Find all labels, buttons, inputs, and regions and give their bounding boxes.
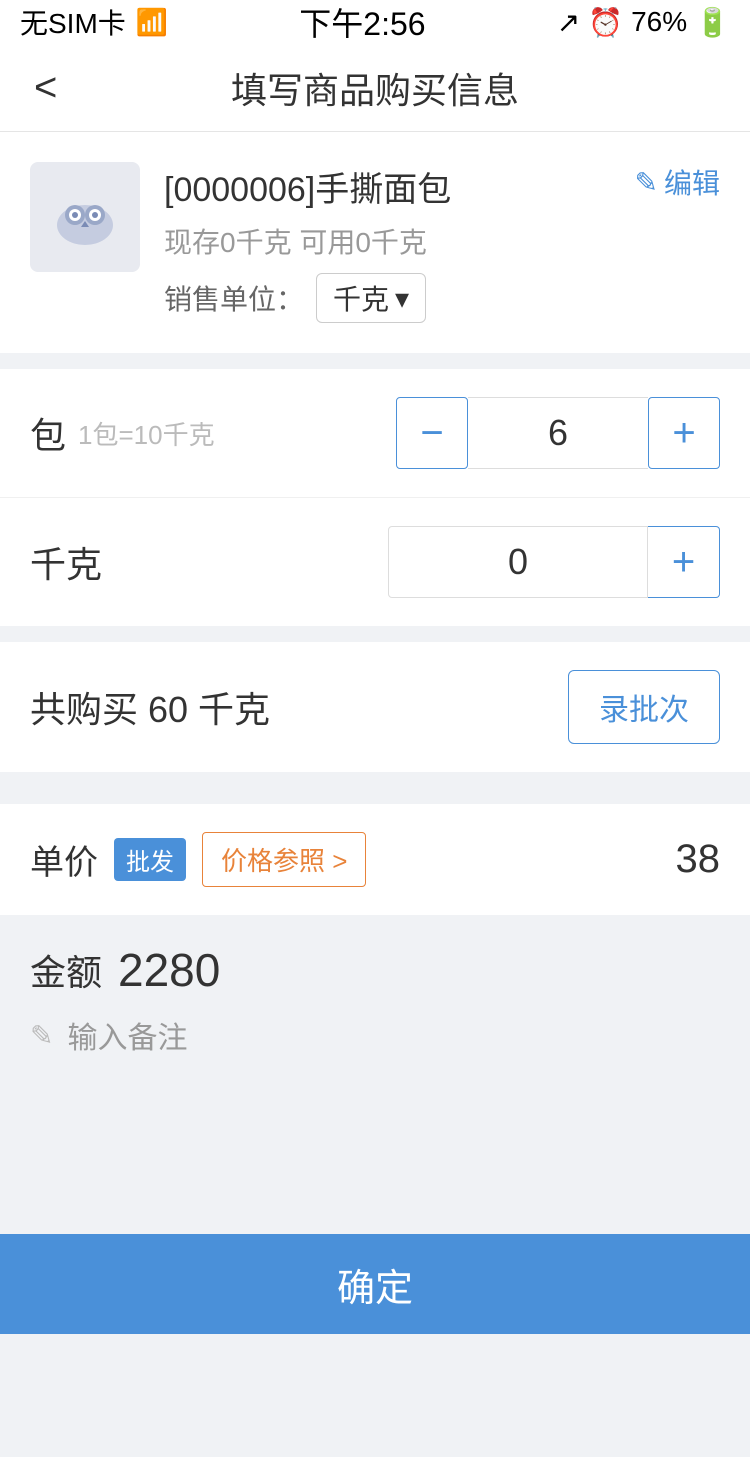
bag-stepper: − + [396, 397, 720, 469]
wifi-icon: 📶 [136, 7, 168, 38]
remark-row[interactable]: ✎ 输入备注 [30, 1013, 720, 1057]
bag-section: 包 1包=10千克 − + 千克 + [0, 369, 750, 626]
bag-decrement-button[interactable]: − [396, 397, 468, 469]
kg-stepper: + [388, 526, 720, 598]
kg-increment-button[interactable]: + [648, 526, 720, 598]
product-image [30, 162, 140, 272]
nav-bar: < 填写商品购买信息 [0, 44, 750, 132]
product-stock: 现存0千克 可用0千克 [164, 221, 720, 261]
amount-section: 金额 2280 ✎ 输入备注 [0, 915, 750, 1077]
status-bar: 无SIM卡 📶 下午2:56 ↗ ⏰ 76% 🔋 [0, 0, 750, 44]
carrier-label: 无SIM卡 [20, 2, 126, 42]
kg-input[interactable] [388, 526, 648, 598]
total-section: 共购买 60 千克 录批次 [0, 642, 750, 772]
battery-label: 76% [631, 6, 687, 38]
pifa-badge: 批发 [114, 838, 186, 881]
kg-row: 千克 + [0, 498, 750, 626]
alarm-icon: ⏰ [588, 6, 623, 39]
unit-label: 销售单位： [164, 278, 304, 318]
price-value: 38 [676, 837, 721, 882]
bag-increment-button[interactable]: + [648, 397, 720, 469]
total-label: 共购买 60 千克 [30, 681, 270, 733]
kg-label: 千克 [30, 536, 102, 588]
confirm-bar[interactable]: 确定 [0, 1234, 750, 1334]
bag-hint: 1包=10千克 [78, 415, 215, 452]
status-right: ↗ ⏰ 76% 🔋 [557, 6, 730, 39]
bag-input[interactable] [468, 397, 648, 469]
amount-row: 金额 2280 [30, 943, 720, 997]
confirm-button[interactable]: 确定 [337, 1257, 413, 1312]
price-label: 单价 批发 价格参照 > [30, 832, 366, 887]
back-button[interactable]: < [24, 55, 67, 120]
bag-row: 包 1包=10千克 − + [0, 369, 750, 498]
bag-label: 包 [30, 407, 66, 459]
product-card: [0000006]手撕面包 现存0千克 可用0千克 销售单位： 千克 ▾ ✎ 编… [0, 132, 750, 353]
remark-label: 输入备注 [67, 1013, 187, 1057]
chevron-down-icon: ▾ [395, 282, 409, 315]
divider [0, 788, 750, 804]
price-section: 单价 批发 价格参照 > 38 [0, 804, 750, 915]
amount-value: 2280 [118, 943, 220, 997]
edit-button[interactable]: ✎ 编辑 [635, 162, 720, 202]
edit-icon: ✎ [635, 166, 658, 199]
time-label: 下午2:56 [299, 0, 425, 45]
status-left: 无SIM卡 📶 [20, 2, 168, 42]
amount-label: 金额 [30, 944, 102, 996]
pencil-icon: ✎ [30, 1019, 53, 1052]
price-row: 单价 批发 价格参照 > 38 [30, 832, 720, 887]
unit-select[interactable]: 千克 ▾ [316, 273, 426, 323]
product-unit-row: 销售单位： 千克 ▾ [164, 273, 720, 323]
location-icon: ↗ [557, 6, 580, 39]
battery-icon: 🔋 [695, 6, 730, 39]
batch-button[interactable]: 录批次 [568, 670, 720, 744]
page-title: 填写商品购买信息 [231, 62, 519, 114]
price-ref-button[interactable]: 价格参照 > [202, 832, 366, 887]
